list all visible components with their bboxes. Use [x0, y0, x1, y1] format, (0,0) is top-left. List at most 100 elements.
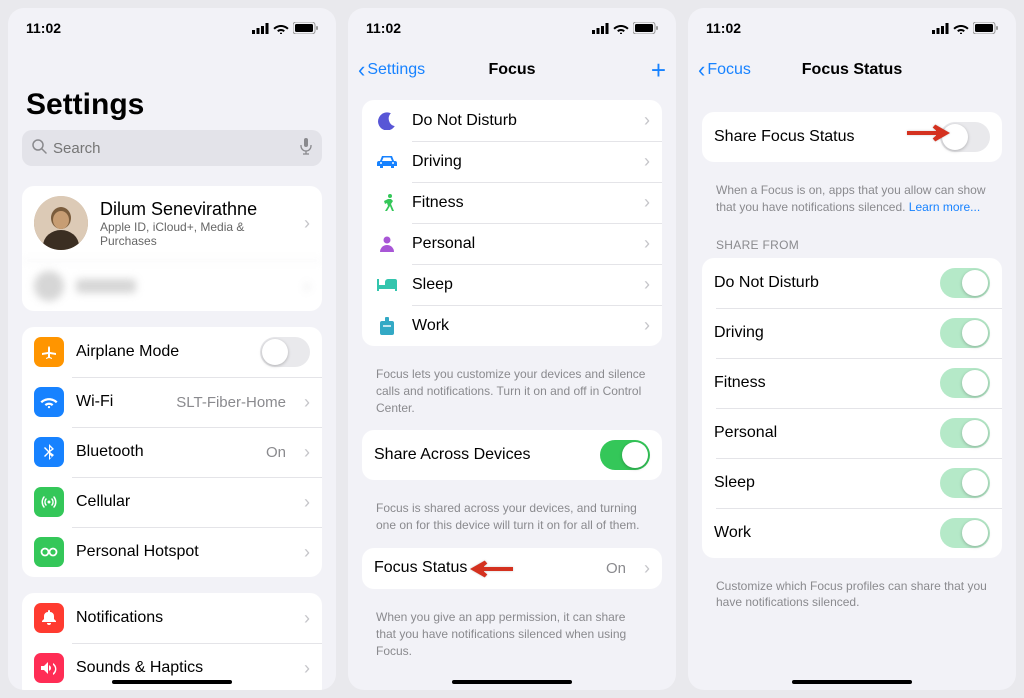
share-focus-toggle[interactable] [940, 122, 990, 152]
nav-back[interactable]: ‹Settings [358, 57, 425, 83]
row-share-across[interactable]: Share Across Devices [362, 430, 662, 480]
connectivity-group: Airplane Mode Wi-Fi SLT-Fiber-Home › Blu… [22, 327, 322, 577]
row-value: SLT-Fiber-Home [176, 394, 286, 411]
chevron-right-icon: › [638, 558, 650, 579]
family-row-blurred[interactable]: › [22, 260, 322, 311]
row-value: On [266, 444, 286, 461]
row-share-personal[interactable]: Personal [702, 408, 1002, 458]
row-notifications[interactable]: Notifications › [22, 593, 322, 643]
chevron-right-icon: › [638, 233, 650, 254]
chevron-right-icon: › [638, 274, 650, 295]
wifi-icon [613, 23, 629, 34]
modes-footer: Focus lets you customize your devices an… [362, 362, 662, 430]
row-share-fitness[interactable]: Fitness [702, 358, 1002, 408]
airplane-toggle[interactable] [260, 337, 310, 367]
row-label: Personal [714, 424, 928, 442]
share-from-footer: Customize which Focus profiles can share… [702, 574, 1002, 626]
share-across-group: Share Across Devices [362, 430, 662, 480]
row-label: Driving [412, 153, 626, 171]
toggle[interactable] [940, 418, 990, 448]
row-share-work[interactable]: Work [702, 508, 1002, 558]
car-icon [374, 155, 400, 169]
learn-more-link[interactable]: Learn more... [909, 200, 980, 214]
row-label: Do Not Disturb [412, 112, 626, 130]
profile-sub: Apple ID, iCloud+, Media & Purchases [100, 220, 286, 248]
row-share-focus-status[interactable]: Share Focus Status [702, 112, 1002, 162]
status-time: 11:02 [366, 20, 401, 36]
moon-icon [374, 112, 400, 130]
row-bluetooth[interactable]: Bluetooth On › [22, 427, 322, 477]
mic-icon[interactable] [300, 138, 312, 158]
chevron-left-icon: ‹ [698, 57, 707, 83]
row-focus-status[interactable]: Focus Status On › [362, 548, 662, 589]
home-indicator[interactable] [112, 680, 232, 684]
row-driving[interactable]: Driving › [362, 141, 662, 182]
bluetooth-icon [34, 437, 64, 467]
row-label: Focus Status [374, 559, 594, 577]
row-label: Fitness [412, 194, 626, 212]
chevron-right-icon: › [638, 151, 650, 172]
row-share-driving[interactable]: Driving [702, 308, 1002, 358]
row-label: Share Across Devices [374, 446, 588, 464]
notifications-icon [34, 603, 64, 633]
chevron-right-icon: › [298, 213, 310, 234]
home-indicator[interactable] [452, 680, 572, 684]
row-personal[interactable]: Personal › [362, 223, 662, 264]
toggle[interactable] [940, 518, 990, 548]
battery-icon [973, 22, 998, 34]
profile-name: Dilum Senevirathne [100, 199, 286, 220]
row-label: Share Focus Status [714, 128, 928, 146]
row-share-sleep[interactable]: Sleep [702, 458, 1002, 508]
row-share-dnd[interactable]: Do Not Disturb [702, 258, 1002, 308]
person-icon [374, 236, 400, 252]
search-icon [32, 139, 47, 157]
search-bar[interactable] [22, 130, 322, 166]
toggle[interactable] [940, 468, 990, 498]
row-label: Bluetooth [76, 443, 254, 461]
nav-add-button[interactable]: + [651, 55, 666, 86]
toggle[interactable] [940, 368, 990, 398]
chevron-right-icon: › [638, 315, 650, 336]
profile-card: Dilum Senevirathne Apple ID, iCloud+, Me… [22, 186, 322, 311]
status-bar: 11:02 [8, 8, 336, 48]
chevron-right-icon: › [298, 542, 310, 563]
chevron-left-icon: ‹ [358, 57, 367, 83]
cellular-icon [34, 487, 64, 517]
toggle[interactable] [940, 268, 990, 298]
airplane-icon [34, 337, 64, 367]
status-indicators [592, 22, 658, 34]
toggle[interactable] [940, 318, 990, 348]
chevron-right-icon: › [638, 192, 650, 213]
home-indicator[interactable] [792, 680, 912, 684]
row-label: Sleep [714, 474, 928, 492]
nav-back[interactable]: ‹Focus [698, 57, 751, 83]
search-input[interactable] [47, 140, 300, 157]
bed-icon [374, 279, 400, 291]
row-dnd[interactable]: Do Not Disturb › [362, 100, 662, 141]
row-sleep[interactable]: Sleep› [362, 264, 662, 305]
phone-focus-status: 11:02 ‹Focus Focus Status Share Focus St… [688, 8, 1016, 690]
chevron-right-icon: › [638, 110, 650, 131]
wifi-icon [953, 23, 969, 34]
share-from-group: Do Not Disturb Driving Fitness Personal … [702, 258, 1002, 558]
system-group: Notifications › Sounds & Haptics › Focus… [22, 593, 322, 690]
share-across-toggle[interactable] [600, 440, 650, 470]
signal-icon [932, 23, 949, 34]
row-cellular[interactable]: Cellular › [22, 477, 322, 527]
row-label: Personal [412, 235, 626, 253]
row-fitness[interactable]: Fitness › [362, 182, 662, 223]
row-work[interactable]: Work› [362, 305, 662, 346]
row-wifi[interactable]: Wi-Fi SLT-Fiber-Home › [22, 377, 322, 427]
row-label: Personal Hotspot [76, 543, 286, 561]
focus-status-group: Focus Status On › [362, 548, 662, 589]
row-airplane[interactable]: Airplane Mode [22, 327, 322, 377]
row-label: Wi-Fi [76, 393, 164, 411]
sound-icon [34, 653, 64, 683]
row-value: On [606, 560, 626, 577]
chevron-right-icon: › [298, 392, 310, 413]
profile-avatar [34, 196, 88, 250]
row-hotspot[interactable]: Personal Hotspot › [22, 527, 322, 577]
profile-row[interactable]: Dilum Senevirathne Apple ID, iCloud+, Me… [22, 186, 322, 260]
nav-back-label: Focus [707, 61, 751, 79]
phone-settings: 11:02 Settings Dilum Senevirathne Apple … [8, 8, 336, 690]
